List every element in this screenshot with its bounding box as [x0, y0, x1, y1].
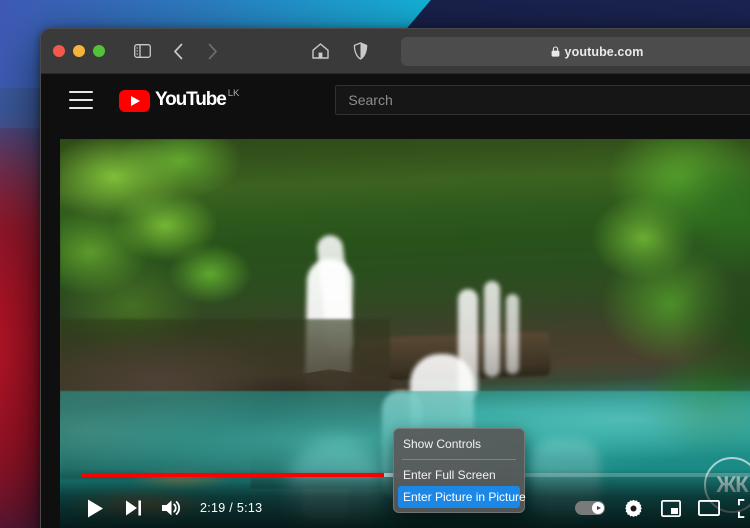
- search-input[interactable]: Search: [335, 85, 750, 115]
- waterfall-stream-r2: [484, 281, 500, 377]
- next-video-button[interactable]: [114, 489, 152, 527]
- safari-browser-window: youtube.com YouTube LK Search Show Contr…: [40, 28, 750, 528]
- youtube-play-badge-icon: [119, 90, 150, 112]
- minimize-window-button[interactable]: [73, 45, 85, 57]
- guide-menu-icon[interactable]: [69, 91, 93, 109]
- youtube-country-code: LK: [227, 88, 240, 99]
- sidebar-toggle-icon[interactable]: [127, 38, 157, 64]
- context-menu-separator: [402, 459, 516, 460]
- fullscreen-icon[interactable]: [728, 489, 750, 527]
- context-menu: Show Controls Enter Full Screen Enter Pi…: [393, 428, 526, 513]
- autoplay-knob: [592, 502, 604, 514]
- autoplay-toggle[interactable]: [575, 501, 605, 515]
- toolbar-right-icons: [305, 38, 375, 64]
- time-display: 2:19 / 5:13: [200, 501, 263, 515]
- browser-toolbar: youtube.com: [41, 29, 750, 74]
- context-menu-item-enter-picture-in-picture[interactable]: Enter Picture in Picture: [398, 486, 526, 508]
- back-icon[interactable]: [163, 38, 193, 64]
- maximize-window-button[interactable]: [93, 45, 105, 57]
- youtube-masthead: YouTube LK Search: [41, 74, 750, 126]
- address-bar[interactable]: youtube.com: [401, 37, 750, 66]
- lock-icon: [551, 46, 559, 57]
- youtube-logo[interactable]: YouTube LK: [119, 88, 239, 112]
- context-menu-item-enter-full-screen[interactable]: Enter Full Screen: [394, 464, 524, 486]
- theater-mode-icon[interactable]: [690, 489, 728, 527]
- youtube-logo-text: YouTube: [155, 89, 227, 110]
- miniplayer-icon[interactable]: [652, 489, 690, 527]
- privacy-shield-icon[interactable]: [345, 38, 375, 64]
- window-traffic-lights: [53, 45, 105, 57]
- close-window-button[interactable]: [53, 45, 65, 57]
- play-button[interactable]: [76, 489, 114, 527]
- home-icon[interactable]: [305, 38, 335, 64]
- navigation-buttons: [163, 38, 227, 64]
- video-player[interactable]: ЖК Show Controls Enter Full Screen Enter…: [60, 139, 750, 528]
- forward-icon[interactable]: [197, 38, 227, 64]
- volume-button[interactable]: [152, 489, 190, 527]
- search-placeholder: Search: [348, 92, 393, 108]
- waterfall-stream-r3: [506, 294, 519, 374]
- settings-gear-icon[interactable]: [614, 489, 652, 527]
- address-bar-url: youtube.com: [564, 44, 644, 59]
- progress-played: [81, 473, 384, 477]
- context-menu-item-show-controls[interactable]: Show Controls: [394, 433, 524, 455]
